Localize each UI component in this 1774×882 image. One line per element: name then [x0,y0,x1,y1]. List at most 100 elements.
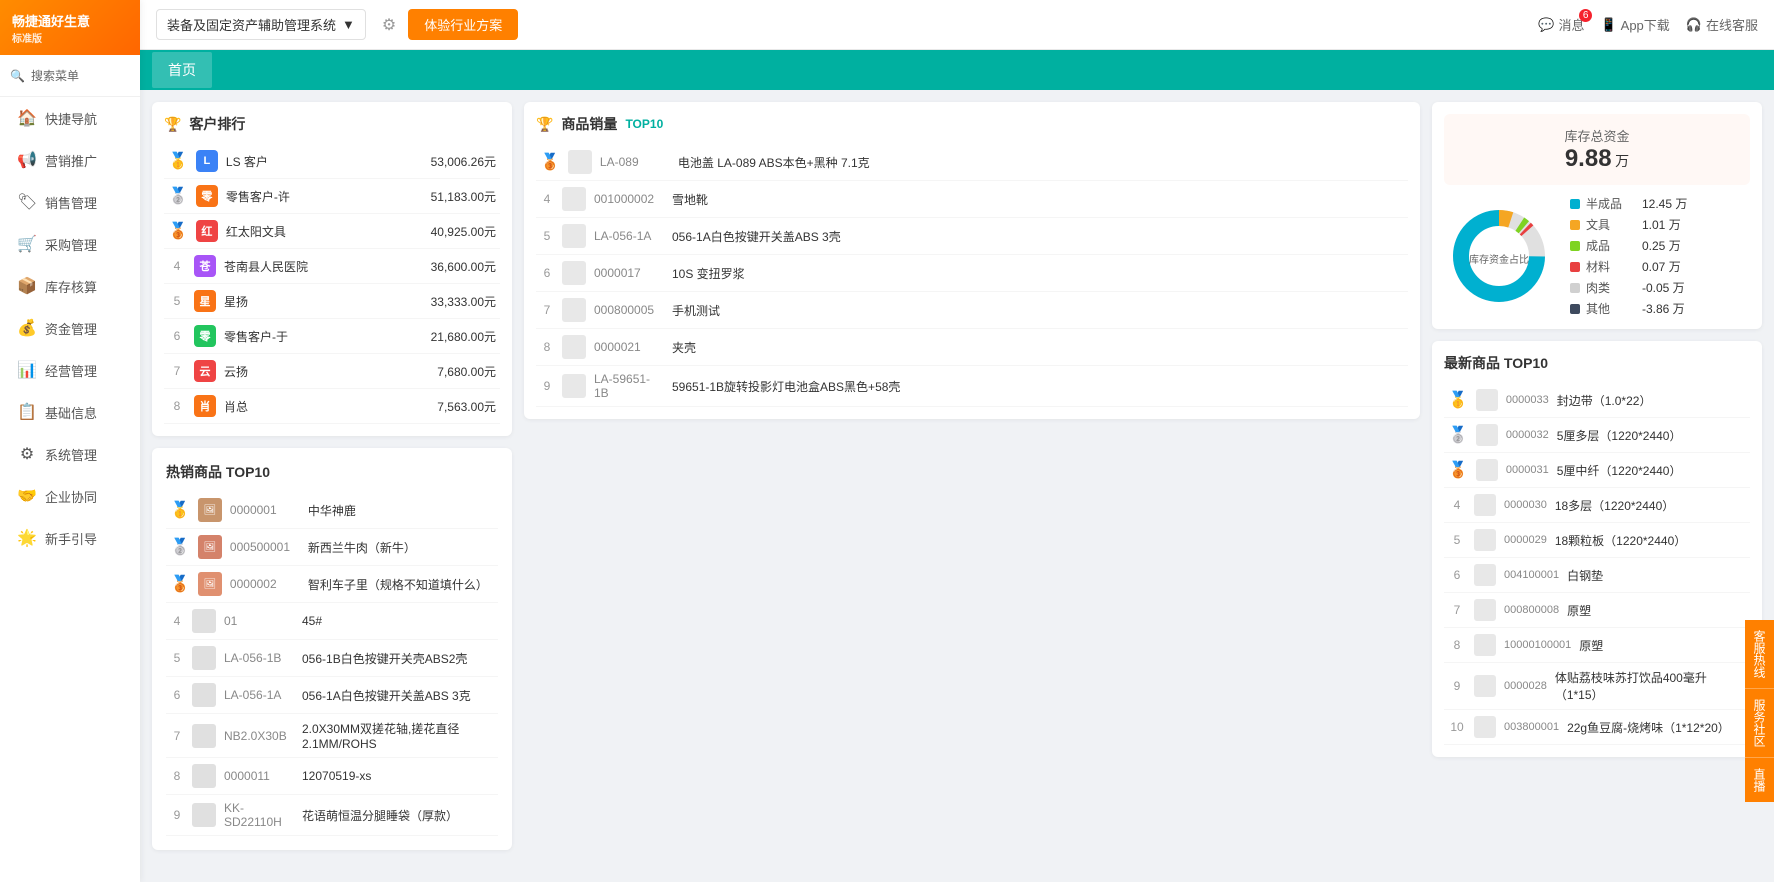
rank-amount: 36,600.00元 [431,258,496,275]
customer-rank-row: 7 云 云扬 7,680.00元 [164,354,500,389]
sales-product-row: 6 0000017 10S 变扭罗浆 [536,255,1408,292]
svg-text:库存资金占比: 库存资金占比 [1469,253,1529,266]
search-label: 搜索菜单 [31,67,79,84]
nav-icon: 📋 [17,402,37,422]
new-product-thumb [1474,599,1496,621]
logo-sub: 标准版 [12,30,42,45]
hot-product-row: 6 LA-056-1A 056-1A白色按键开关盖ABS 3克 [166,677,498,714]
rank-num: 8 [168,399,186,413]
product-num: 8 [170,769,184,783]
logo-name: 畅捷通好生意 [12,11,90,30]
product-code: 000500001 [230,540,300,554]
product-sales-list: 🥉 LA-089 电池盖 LA-089 ABS本色+黑种 7.1克 4 0010… [536,144,1408,407]
sidebar-item-sales[interactable]: 🏷销售管理 [0,181,140,223]
donut-chart: 库存资金占比 [1444,201,1554,311]
rank-amount: 7,680.00元 [437,363,496,380]
rank-num: 5 [540,229,554,243]
hot-products-title: 热销商品 TOP10 [166,462,498,482]
hot-product-row: 7 NB2.0X30B 2.0X30MM双搓花轴,搓花直径2.1MM/ROHS [166,714,498,758]
message-badge: 6 [1579,9,1593,22]
rank-amount: 21,680.00元 [431,328,496,345]
product-thumb [562,261,586,285]
new-product-row: 8 10000100001 原塑 [1444,628,1750,663]
new-product-thumb [1476,424,1498,446]
float-btn-客服热线[interactable]: 客服热线 [1745,620,1774,689]
nav-icon: 🏷 [17,192,37,212]
sidebar-item-basics[interactable]: 📋基础信息 [0,391,140,433]
sidebar-item-inventory[interactable]: 📦库存核算 [0,265,140,307]
medal-icon: 🥇 [168,151,188,171]
search-menu-btn[interactable]: 🔍 搜索菜单 [10,63,130,88]
main-content: 🏆 客户排行 🥇 L LS 客户 53,006.26元 🥈 零 零售客户-许 5… [140,90,1774,882]
product-name: 45# [302,614,494,628]
nav-icon: 📦 [17,276,37,296]
legend-name: 文具 [1586,216,1636,233]
rank-badge: 零 [194,325,216,347]
system-selector[interactable]: 装备及固定资产辅助管理系统 ▼ [156,9,366,40]
legend-name: 半成品 [1586,195,1636,212]
new-products-list: 🥇 0000033 封边带（1.0*22） 🥈 0000032 5厘多层（122… [1444,383,1750,745]
hot-product-row: 5 LA-056-1B 056-1B白色按键开关壳ABS2壳 [166,640,498,677]
sidebar-item-enterprise[interactable]: 🤝企业协同 [0,475,140,517]
settings-icon[interactable]: ⚙ [382,15,396,35]
product-thumb [562,335,586,359]
new-product-name: 体贴荔枝味苏打饮品400毫升（1*15） [1555,669,1746,703]
new-product-code: 0000029 [1504,534,1547,546]
sidebar-item-purchase[interactable]: 🛒采购管理 [0,223,140,265]
sidebar-item-marketing[interactable]: 📢营销推广 [0,139,140,181]
product-code: LA-056-1A [224,688,294,702]
product-num: 4 [170,614,184,628]
customer-rank-row: 🥉 红 红太阳文具 40,925.00元 [164,214,500,249]
legend-name: 材料 [1586,258,1636,275]
sidebar-item-quick-nav[interactable]: 🏠快捷导航 [0,97,140,139]
product-img: 🖼 [198,498,222,522]
sidebar-search-area[interactable]: 🔍 搜索菜单 [0,55,140,97]
messages-btn[interactable]: 💬 消息 6 [1538,15,1584,34]
inventory-legend: 半成品 12.45 万 文具 1.01 万 成品 0.25 万 材料 0.07 … [1570,195,1687,317]
sidebar-item-guide[interactable]: 🌟新手引导 [0,517,140,559]
sidebar-item-system[interactable]: ⚙系统管理 [0,433,140,475]
medal-icon: 🥉 [540,152,560,172]
hot-products-card: 热销商品 TOP10 🥇 🖼 0000001 中华神鹿 🥈 🖼 00050000… [152,448,512,850]
rank-amount: 40,925.00元 [431,223,496,240]
product-code: NB2.0X30B [224,729,294,743]
float-btn-服务社区[interactable]: 服务社区 [1745,689,1774,758]
rank-badge: L [196,150,218,172]
product-img [192,724,216,748]
new-product-thumb [1476,389,1498,411]
nav-icon: 🤝 [17,486,37,506]
rank-badge: 红 [196,220,218,242]
nav-label: 资金管理 [45,319,97,338]
trial-btn[interactable]: 体验行业方案 [408,9,518,40]
rank-name: 红太阳文具 [226,223,423,240]
header-right: 💬 消息 6 📱 App下载 🎧 在线客服 [1538,15,1758,34]
float-btn-直播[interactable]: 直播 [1745,758,1774,802]
product-code: LA-056-1A [594,229,664,243]
legend-item: 文具 1.01 万 [1570,216,1687,233]
message-icon: 💬 [1538,17,1554,33]
product-thumb [562,187,586,211]
product-code: 000800005 [594,303,664,317]
service-btn[interactable]: 🎧 在线客服 [1686,15,1758,34]
tab-home[interactable]: 首页 [152,52,212,88]
sidebar-item-operations[interactable]: 📊经营管理 [0,349,140,391]
product-code: 0000002 [230,577,300,591]
new-product-thumb [1474,494,1496,516]
legend-value: 0.25 万 [1642,237,1681,254]
customer-rank-row: 8 肖 肖总 7,563.00元 [164,389,500,424]
new-product-name: 封边带（1.0*22） [1557,392,1746,409]
rank-num: 4 [1448,498,1466,512]
sales-product-row: 8 0000021 夹壳 [536,329,1408,366]
nav-label: 营销推广 [45,151,97,170]
app-download-btn[interactable]: 📱 App下载 [1600,15,1669,34]
rank-badge: 零 [196,185,218,207]
sidebar-nav: 🏠快捷导航📢营销推广🏷销售管理🛒采购管理📦库存核算💰资金管理📊经营管理📋基础信息… [0,97,140,882]
product-code: LA-056-1B [224,651,294,665]
legend-dot [1570,262,1580,272]
new-product-row: 9 0000028 体贴荔枝味苏打饮品400毫升（1*15） [1444,663,1750,710]
hot-product-row: 🥇 🖼 0000001 中华神鹿 [166,492,498,529]
sidebar-item-finance[interactable]: 💰资金管理 [0,307,140,349]
new-product-name: 18颗粒板（1220*2440） [1555,532,1746,549]
new-product-code: 003800001 [1504,721,1559,733]
customer-rank-row: 6 零 零售客户-于 21,680.00元 [164,319,500,354]
